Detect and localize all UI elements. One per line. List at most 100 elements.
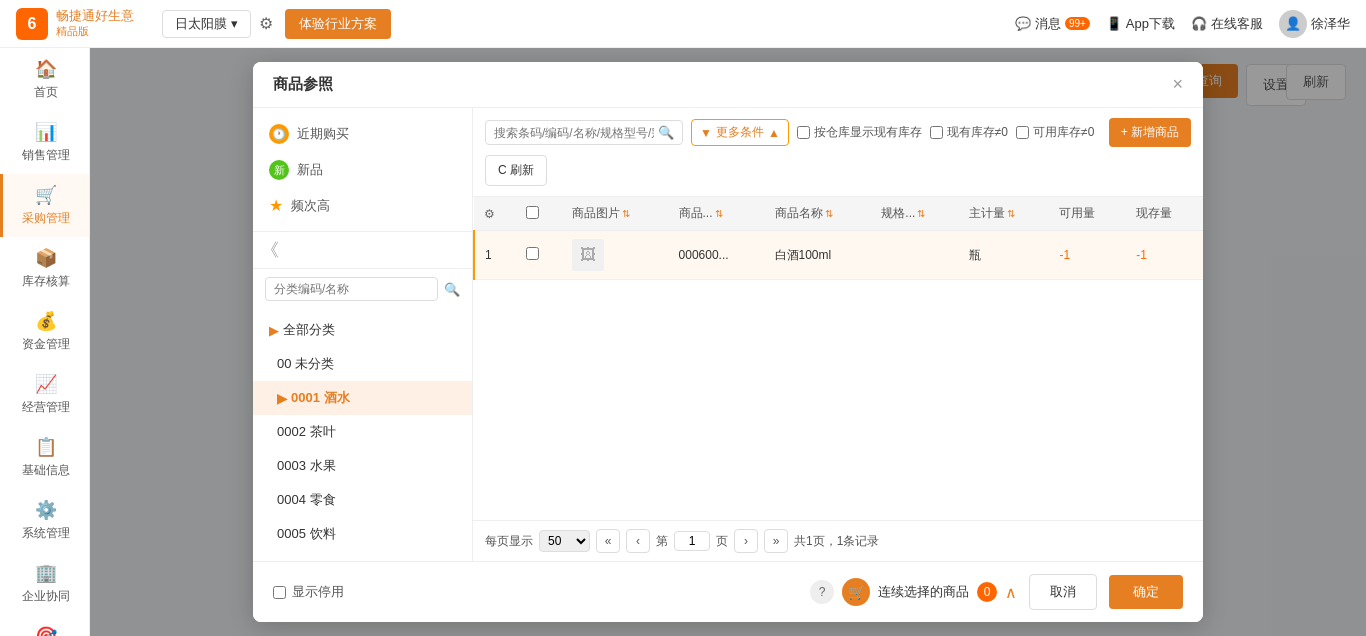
category-c00[interactable]: 00 未分类 — [253, 347, 472, 381]
category-all[interactable]: ▶ 全部分类 — [253, 313, 472, 347]
trial-button[interactable]: 体验行业方案 — [285, 9, 391, 39]
category-search-input[interactable] — [265, 277, 438, 301]
logo-sub: 精品版 — [56, 24, 134, 39]
sort-unit-icon[interactable]: ⇅ — [1007, 208, 1015, 219]
sort-code-icon[interactable]: ⇅ — [715, 208, 723, 219]
sort-name-icon[interactable]: ⇅ — [825, 208, 833, 219]
app-download-item[interactable]: 📱 App下载 — [1106, 15, 1175, 33]
sidebar: 🏠 首页 📊 销售管理 🛒 采购管理 📦 库存核算 💰 资金管理 📈 经营管理 … — [0, 48, 90, 636]
first-page-button[interactable]: « — [596, 529, 620, 553]
sidebar-item-base[interactable]: 📋 基础信息 — [0, 426, 89, 489]
row-img: 🖼 — [562, 231, 669, 280]
logo-icon: 6 — [16, 8, 48, 40]
home-icon: 🏠 — [35, 58, 57, 80]
usable-ne0-checkbox[interactable] — [1016, 126, 1029, 139]
category-search-area: 🔍 — [253, 269, 472, 309]
filter-icon: ▼ — [700, 126, 712, 140]
user-item[interactable]: 👤 徐泽华 — [1279, 10, 1350, 38]
nav-dropdown[interactable]: 日太阳膜 ▾ — [162, 10, 251, 38]
th-gear[interactable]: ⚙ — [474, 197, 516, 231]
sort-img-icon[interactable]: ⇅ — [622, 208, 630, 219]
modal-right-panel: 🔍 ▼ 更多条件 ▲ 按仓库显示现有库存 — [473, 108, 1203, 561]
modal-title: 商品参照 — [273, 75, 333, 94]
row-select-checkbox[interactable] — [526, 247, 539, 260]
cancel-button[interactable]: 取消 — [1029, 574, 1097, 610]
collapse-left-icon[interactable]: 《 — [261, 238, 279, 262]
finance-icon: 💰 — [35, 310, 57, 332]
next-page-button[interactable]: › — [734, 529, 758, 553]
show-disabled-label[interactable]: 显示停用 — [273, 583, 344, 601]
product-search-box: 🔍 — [485, 120, 683, 145]
category-search-icon[interactable]: 🔍 — [444, 282, 460, 297]
stock-ne0-checkbox[interactable] — [930, 126, 943, 139]
online-service-item[interactable]: 🎧 在线客服 — [1191, 15, 1263, 33]
confirm-button[interactable]: 确定 — [1109, 575, 1183, 609]
th-name: 商品名称 ⇅ — [765, 197, 872, 231]
th-img: 商品图片 ⇅ — [562, 197, 669, 231]
modal-left-panel: 🕐 近期购买 新 新品 ★ 频次高 — [253, 108, 473, 561]
th-checkbox — [516, 197, 561, 231]
category-c0002[interactable]: 0002 茶叶 — [253, 415, 472, 449]
message-nav-item[interactable]: 💬 消息 99+ — [1015, 15, 1090, 33]
cart-collapse-icon[interactable]: ∧ — [1005, 583, 1017, 602]
stock-ne0-filter-label[interactable]: 现有库存≠0 — [930, 124, 1008, 141]
sidebar-item-enterprise[interactable]: 🏢 企业协同 — [0, 552, 89, 615]
help-icon[interactable]: ? — [810, 580, 834, 604]
sort-spec-icon[interactable]: ⇅ — [917, 208, 925, 219]
more-filter-button[interactable]: ▼ 更多条件 ▲ — [691, 119, 789, 146]
warehouse-filter-checkbox[interactable] — [797, 126, 810, 139]
sidebar-item-purchase[interactable]: 🛒 采购管理 — [0, 174, 89, 237]
sidebar-item-guide[interactable]: 🎯 新手引导 — [0, 615, 89, 636]
sidebar-item-inventory[interactable]: 📦 库存核算 — [0, 237, 89, 300]
pagination: 每页显示 50 100 200 « ‹ 第 页 › — [473, 520, 1203, 561]
sidebar-item-finance[interactable]: 💰 资金管理 — [0, 300, 89, 363]
row-unit: 瓶 — [959, 231, 1049, 280]
modal-close-button[interactable]: × — [1172, 74, 1183, 95]
warehouse-filter-label[interactable]: 按仓库显示现有库存 — [797, 124, 922, 141]
new-product-link[interactable]: 新 新品 — [253, 152, 472, 188]
main-content: 查询 设置 刷新 商品参照 × — [90, 48, 1366, 636]
th-spec: 规格... ⇅ — [871, 197, 959, 231]
collapse-section: 《 — [253, 232, 472, 269]
column-settings-icon[interactable]: ⚙ — [484, 207, 495, 221]
quick-links: 🕐 近期购买 新 新品 ★ 频次高 — [253, 108, 472, 232]
per-page-select[interactable]: 50 100 200 — [539, 530, 590, 552]
gear-icon[interactable]: ⚙ — [259, 14, 273, 33]
category-c0004[interactable]: 0004 零食 — [253, 483, 472, 517]
usable-ne0-filter-label[interactable]: 可用库存≠0 — [1016, 124, 1094, 141]
sidebar-item-operation[interactable]: 📈 经营管理 — [0, 363, 89, 426]
prev-page-button[interactable]: ‹ — [626, 529, 650, 553]
modal-body: 🕐 近期购买 新 新品 ★ 频次高 — [253, 108, 1203, 561]
recent-purchase-link[interactable]: 🕐 近期购买 — [253, 116, 472, 152]
sidebar-item-sales[interactable]: 📊 销售管理 — [0, 111, 89, 174]
add-product-button[interactable]: + 新增商品 — [1109, 118, 1191, 147]
category-c0005[interactable]: 0005 饮料 — [253, 517, 472, 551]
frequent-link[interactable]: ★ 频次高 — [253, 188, 472, 223]
sidebar-item-home[interactable]: 🏠 首页 — [0, 48, 89, 111]
th-usable: 可用量 — [1049, 197, 1126, 231]
table-row[interactable]: 1 🖼 000600... 白酒100ml — [474, 231, 1203, 280]
phone-icon: 📱 — [1106, 16, 1122, 31]
message-icon: 💬 — [1015, 16, 1031, 31]
arrow-icon-c0001: ▶ — [277, 391, 287, 406]
modal-overlay: 商品参照 × 🕐 近期购买 新 — [90, 48, 1366, 636]
last-page-button[interactable]: » — [764, 529, 788, 553]
product-search-input[interactable] — [494, 126, 654, 140]
row-code: 000600... — [669, 231, 765, 280]
sales-icon: 📊 — [35, 121, 57, 143]
sidebar-item-system[interactable]: ⚙️ 系统管理 — [0, 489, 89, 552]
select-all-checkbox[interactable] — [526, 206, 539, 219]
refresh-table-button[interactable]: C 刷新 — [485, 155, 547, 186]
category-list: ▶ 全部分类 00 未分类 ▶ 0001 酒水 0002 茶 — [253, 309, 472, 561]
avatar: 👤 — [1279, 10, 1307, 38]
category-c0003[interactable]: 0003 水果 — [253, 449, 472, 483]
th-stock: 现存量 — [1126, 197, 1203, 231]
search-icon[interactable]: 🔍 — [658, 125, 674, 140]
page-number-input[interactable] — [674, 531, 710, 551]
show-disabled-checkbox[interactable] — [273, 586, 286, 599]
category-c0008[interactable]: 0008 水 — [253, 551, 472, 561]
modal-header: 商品参照 × — [253, 62, 1203, 108]
new-icon: 新 — [269, 160, 289, 180]
category-c0001[interactable]: ▶ 0001 酒水 — [253, 381, 472, 415]
modal-footer: 显示停用 ? 🛒 连续选择的商品 0 ∧ 取消 确定 — [253, 561, 1203, 622]
